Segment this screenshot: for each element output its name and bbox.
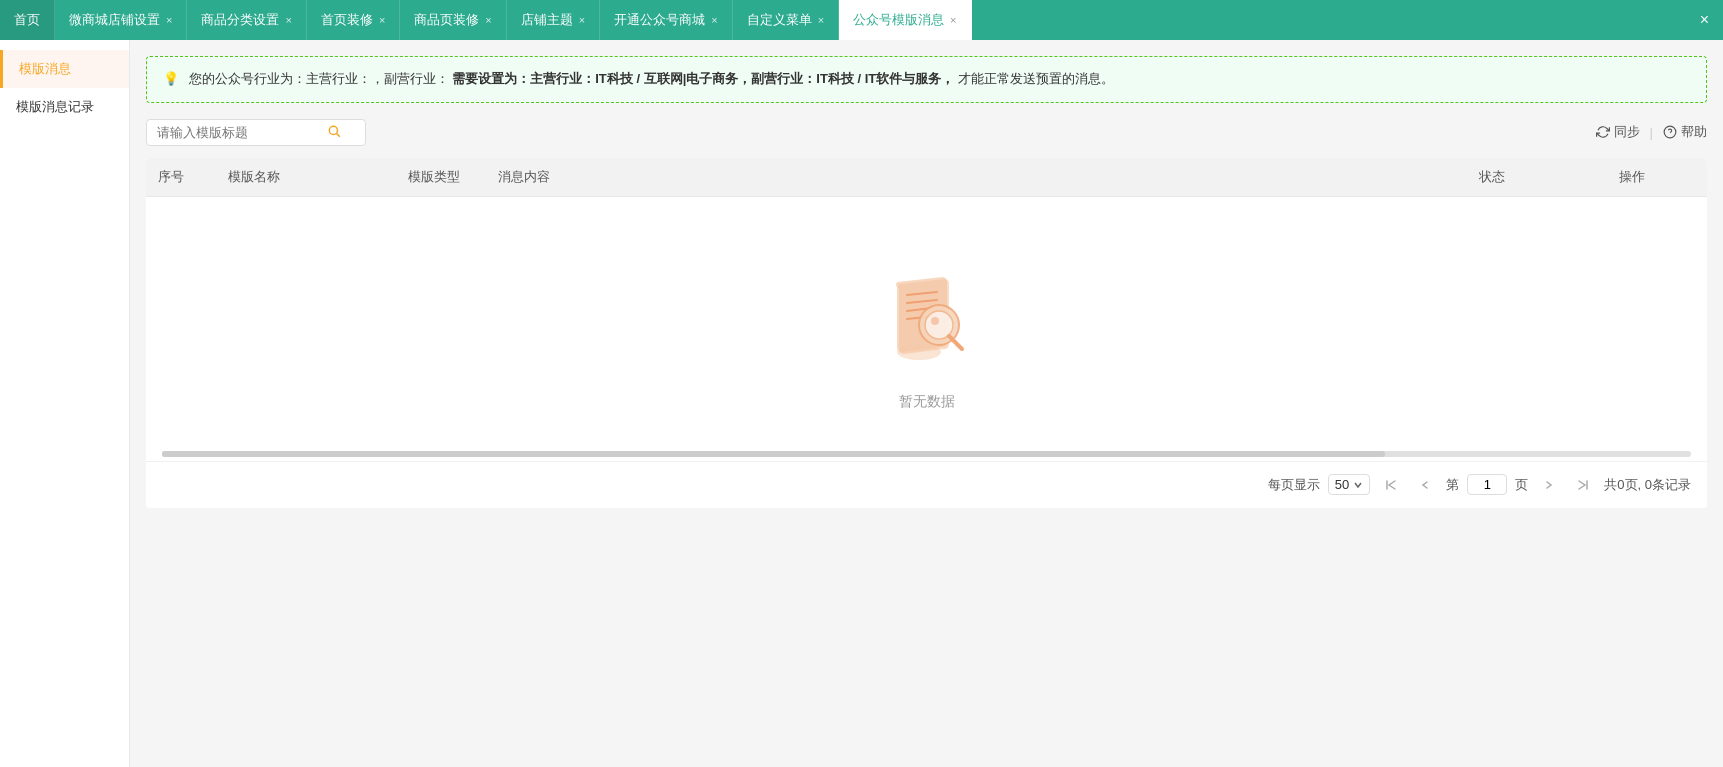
empty-text: 暂无数据 — [899, 393, 955, 411]
main-content: 💡 您的公众号行业为：主营行业：，副营行业： 需要设置为：主营行业：IT科技 /… — [130, 40, 1723, 767]
empty-state: 暂无数据 — [146, 197, 1707, 451]
prev-page-button[interactable] — [1412, 472, 1438, 498]
industry-alert: 💡 您的公众号行业为：主营行业：，副营行业： 需要设置为：主营行业：IT科技 /… — [146, 56, 1707, 103]
nav-tab-shop-theme[interactable]: 店铺主题 × — [507, 0, 600, 40]
search-input-wrap — [146, 119, 366, 146]
search-input[interactable] — [157, 125, 327, 140]
nav-tab-homepage-decoration[interactable]: 首页装修 × — [307, 0, 400, 40]
first-page-button[interactable] — [1378, 472, 1404, 498]
svg-point-12 — [931, 317, 939, 325]
nav-tab-shop-settings[interactable]: 微商城店铺设置 × — [55, 0, 187, 40]
page-size-label: 每页显示 — [1268, 476, 1320, 494]
nav-tab-open-shop[interactable]: 开通公众号商城 × — [600, 0, 732, 40]
search-icon[interactable] — [327, 124, 341, 141]
col-header-action: 操作 — [1607, 158, 1707, 197]
empty-illustration — [867, 257, 987, 377]
table-container: 序号 模版名称 模版类型 消息内容 状态 操作 — [146, 158, 1707, 508]
toolbar-divider: | — [1650, 125, 1653, 140]
pagination: 每页显示 50 第 — [146, 461, 1707, 508]
close-icon[interactable]: × — [711, 14, 717, 26]
close-icon[interactable]: × — [285, 14, 291, 26]
close-icon[interactable]: × — [579, 14, 585, 26]
col-header-type: 模版类型 — [396, 158, 486, 197]
close-icon[interactable]: × — [379, 14, 385, 26]
template-table: 序号 模版名称 模版类型 消息内容 状态 操作 — [146, 158, 1707, 451]
nav-tab-template-message[interactable]: 公众号模版消息 × — [839, 0, 971, 40]
total-info: 共0页, 0条记录 — [1604, 476, 1691, 494]
last-page-button[interactable] — [1570, 472, 1596, 498]
page-size-select[interactable]: 50 — [1328, 474, 1370, 495]
nav-tab-custom-menu[interactable]: 自定义菜单 × — [733, 0, 839, 40]
sidebar: 模版消息 模版消息记录 — [0, 40, 130, 767]
col-header-content: 消息内容 — [486, 158, 1467, 197]
svg-line-1 — [337, 133, 340, 136]
horizontal-scrollbar[interactable] — [162, 451, 1691, 457]
close-icon[interactable]: × — [485, 14, 491, 26]
toolbar-right: 同步 | 帮助 — [1596, 123, 1707, 141]
sidebar-item-template-message-record[interactable]: 模版消息记录 — [0, 88, 129, 126]
page-label: 第 — [1446, 476, 1459, 494]
scrollbar-thumb[interactable] — [162, 451, 1385, 457]
nav-tab-product-decoration[interactable]: 商品页装修 × — [400, 0, 506, 40]
col-header-seq: 序号 — [146, 158, 216, 197]
col-header-status: 状态 — [1467, 158, 1607, 197]
layout: 模版消息 模版消息记录 💡 您的公众号行业为：主营行业：，副营行业： 需要设置为… — [0, 40, 1723, 767]
close-icon[interactable]: × — [950, 14, 956, 26]
close-all-tabs-button[interactable]: × — [1686, 11, 1723, 29]
search-bar: 同步 | 帮助 — [146, 119, 1707, 146]
nav-tab-home[interactable]: 首页 — [0, 0, 55, 40]
close-icon[interactable]: × — [166, 14, 172, 26]
nav-tab-category-settings[interactable]: 商品分类设置 × — [187, 0, 306, 40]
chevron-down-icon — [1353, 480, 1363, 490]
top-nav: 首页 微商城店铺设置 × 商品分类设置 × 首页装修 × 商品页装修 × 店铺主… — [0, 0, 1723, 40]
alert-icon: 💡 — [163, 71, 179, 86]
sidebar-item-template-message[interactable]: 模版消息 — [0, 50, 129, 88]
page-unit: 页 — [1515, 476, 1528, 494]
sync-button[interactable]: 同步 — [1596, 123, 1640, 141]
col-header-name: 模版名称 — [216, 158, 396, 197]
next-page-button[interactable] — [1536, 472, 1562, 498]
page-number-input[interactable] — [1467, 474, 1507, 495]
svg-point-0 — [329, 126, 337, 134]
close-icon[interactable]: × — [818, 14, 824, 26]
help-button[interactable]: 帮助 — [1663, 123, 1707, 141]
